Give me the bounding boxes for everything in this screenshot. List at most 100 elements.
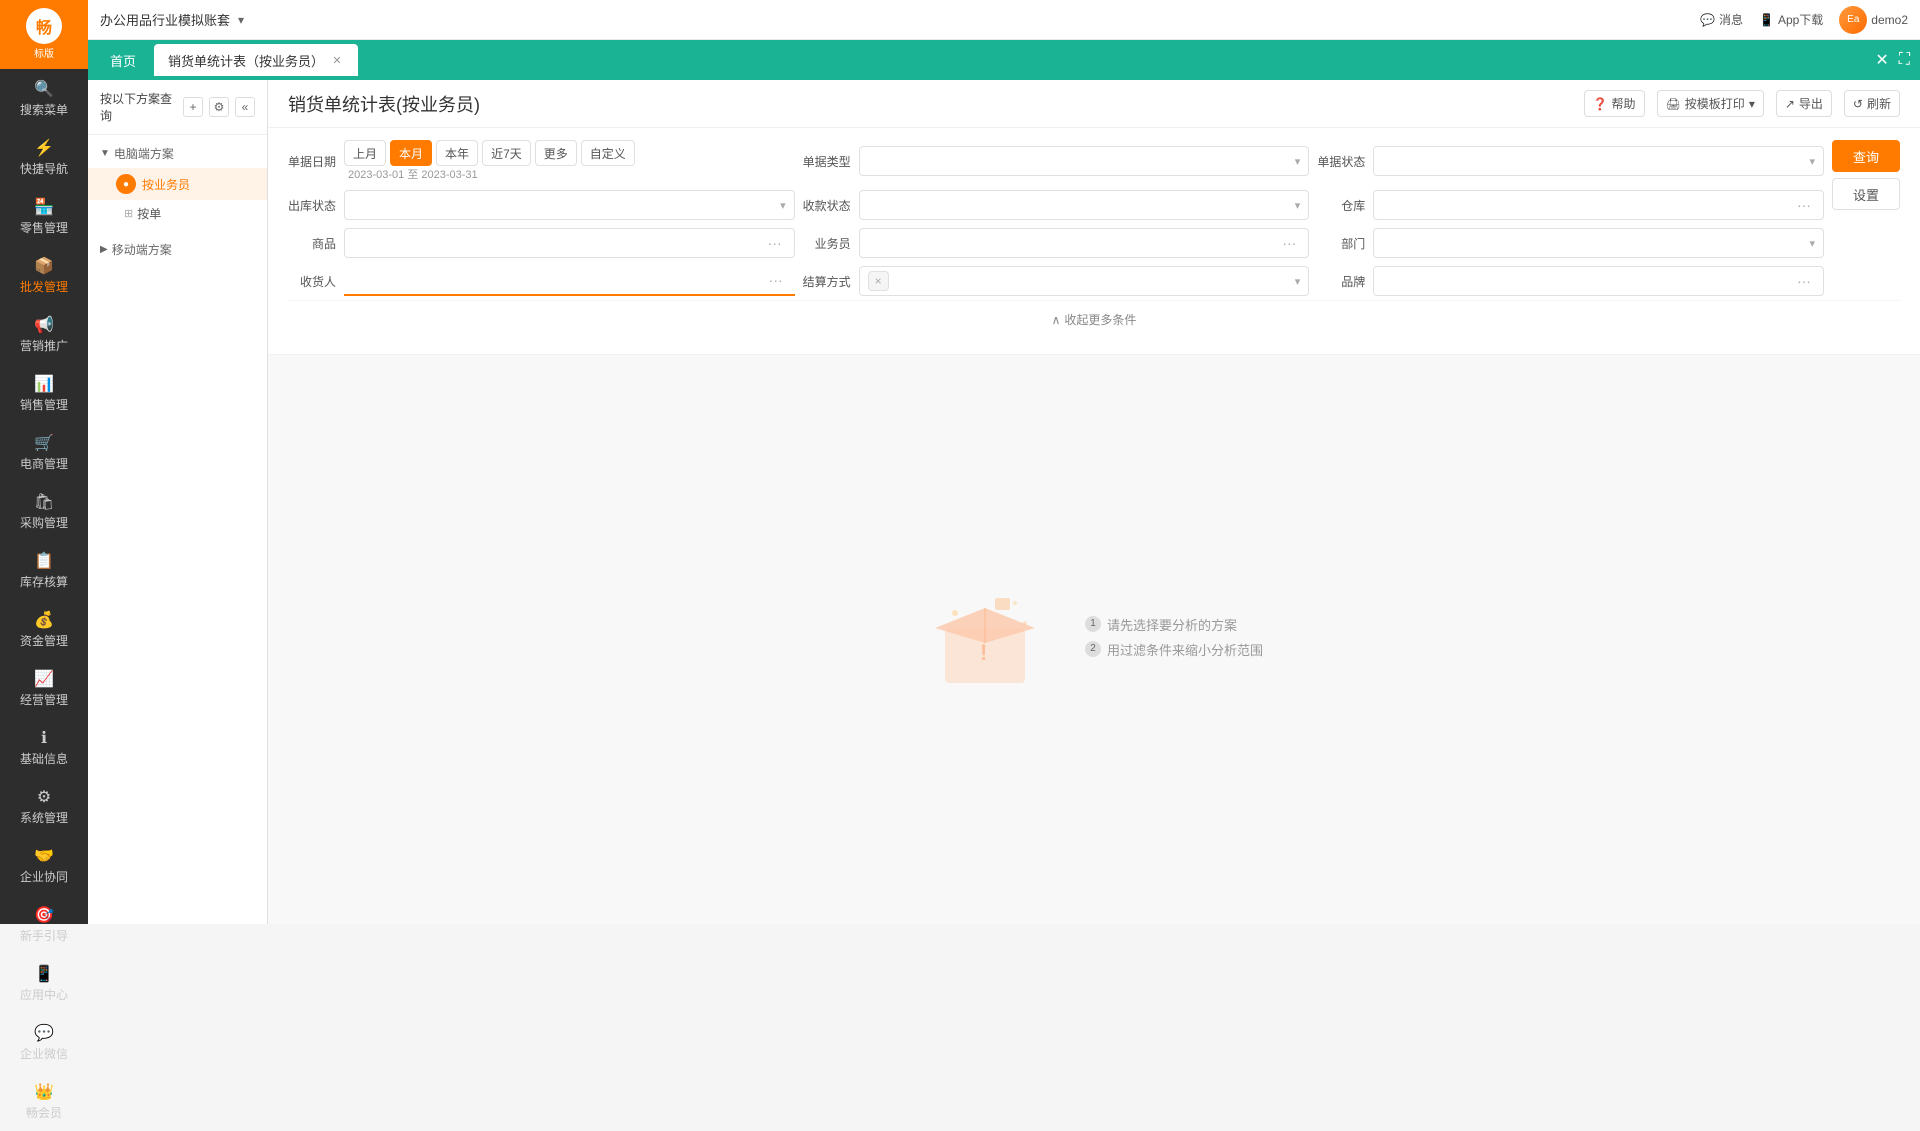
menu-icon-system: ⚙: [4, 787, 84, 807]
filter-cell-doc-status: 单据状态 ▾: [1317, 146, 1824, 176]
out-status-select[interactable]: ▾: [344, 190, 795, 220]
menu-icon-enterprise: 🤝: [4, 846, 84, 866]
menu-label-shortcut: 快捷导航: [20, 162, 68, 176]
warehouse-input[interactable]: ···: [1373, 190, 1824, 220]
collapse-button[interactable]: ∧ 收起更多条件: [288, 305, 1900, 334]
menu-icon-purchase: 🛍: [4, 492, 84, 512]
scheme-item-label: 按业务员: [142, 176, 190, 193]
scheme-group-mobile-title: 移动端方案: [112, 241, 172, 258]
date-btn-this-month[interactable]: 本月: [390, 140, 432, 166]
query-button[interactable]: 查询: [1832, 140, 1900, 172]
receiver-input[interactable]: ···: [344, 266, 795, 296]
date-btn-more[interactable]: 更多: [535, 140, 577, 166]
product-input[interactable]: ···: [344, 228, 795, 258]
sidebar-item-enterprise[interactable]: 🤝企业协同: [0, 836, 88, 895]
chevron-right-icon: ▶: [100, 244, 108, 255]
user-name: demo2: [1871, 13, 1908, 27]
sidebar-item-operations[interactable]: 📈经营管理: [0, 659, 88, 718]
doc-status-select[interactable]: ▾: [1373, 146, 1824, 176]
scheme-group-mobile-label[interactable]: ▶ 移动端方案: [88, 235, 267, 264]
date-btn-custom[interactable]: 自定义: [581, 140, 635, 166]
sidebar-item-apps[interactable]: 📱应用中心: [0, 954, 88, 1013]
settings-button[interactable]: 设置: [1832, 178, 1900, 210]
tab-home-label: 首页: [110, 51, 136, 70]
refresh-icon: ↺: [1853, 97, 1863, 111]
scheme-settings-button[interactable]: ⚙: [209, 97, 229, 117]
sidebar-item-member[interactable]: 👑畅会员: [0, 1072, 88, 1131]
tab-home[interactable]: 首页: [96, 44, 150, 76]
chevron-down-icon: ▾: [1809, 237, 1815, 250]
sidebar-item-finance[interactable]: 💰资金管理: [0, 600, 88, 659]
sidebar-item-search[interactable]: 🔍搜索菜单: [0, 69, 88, 128]
menu-icon-apps: 📱: [4, 964, 84, 984]
sidebar-item-marketing[interactable]: 📢营销推广: [0, 305, 88, 364]
refresh-button[interactable]: ↺ 刷新: [1844, 90, 1900, 117]
tab-close-window[interactable]: ✕: [1873, 48, 1890, 72]
export-button[interactable]: ↗ 导出: [1776, 90, 1832, 117]
topbar: 办公用品行业模拟账套 ▾ 💬 消息 📱 App下载 Ea demo2: [88, 0, 1920, 40]
receiver-dots-icon[interactable]: ···: [765, 272, 787, 288]
empty-state: ! 1 请先选择要分析的方案 2: [925, 588, 1263, 691]
salesperson-dots-icon[interactable]: ···: [1278, 235, 1300, 251]
sidebar-item-retail[interactable]: 🏪零售管理: [0, 187, 88, 246]
page-content: 按以下方案查询 + ⚙ « ▼ 电脑端方案 ● 按业务员 ⊞ 按: [88, 80, 1920, 924]
filter-cell-out-status: 出库状态 ▾: [288, 190, 795, 220]
tab-maximize[interactable]: ⛶: [1897, 49, 1912, 71]
date-btn-this-year[interactable]: 本年: [436, 140, 478, 166]
menu-icon-sales: 📊: [4, 374, 84, 394]
payment-status-select[interactable]: ▾: [859, 190, 1310, 220]
help-button[interactable]: ❓ 帮助: [1584, 90, 1645, 117]
date-btn-last-month[interactable]: 上月: [344, 140, 386, 166]
user-menu[interactable]: Ea demo2: [1839, 6, 1908, 34]
doc-type-select[interactable]: ▾: [859, 146, 1310, 176]
department-select[interactable]: ▾: [1373, 228, 1824, 258]
sidebar-logo[interactable]: 畅 标版: [0, 0, 88, 69]
scheme-item-by-order[interactable]: ⊞ 按单: [88, 200, 267, 227]
scheme-group-pc-label[interactable]: ▼ 电脑端方案: [88, 139, 267, 168]
chevron-down-icon: ▾: [1809, 155, 1815, 168]
sidebar-item-wholesale[interactable]: 📦批发管理: [0, 246, 88, 305]
menu-label-member: 畅会员: [26, 1106, 62, 1120]
sidebar-item-inventory[interactable]: 📋库存核算: [0, 541, 88, 600]
topbar-dropdown-icon[interactable]: ▾: [238, 13, 244, 27]
message-button[interactable]: 💬 消息: [1700, 11, 1743, 28]
app-download-button[interactable]: 📱 App下载: [1759, 11, 1823, 28]
chevron-down-icon: ▼: [100, 148, 110, 159]
logo-icon: 畅: [26, 8, 62, 44]
menu-label-sales: 销售管理: [20, 398, 68, 412]
filter-cell-payment-method: 结算方式 × ▾: [803, 266, 1310, 296]
tab-close-button[interactable]: ✕: [330, 53, 344, 67]
sidebar-item-wechat[interactable]: 💬企业微信: [0, 1013, 88, 1072]
scheme-group-pc: ▼ 电脑端方案 ● 按业务员 ⊞ 按单: [88, 135, 267, 231]
download-icon: 📱: [1759, 13, 1774, 27]
filter-cell-payment-status: 收款状态 ▾: [803, 190, 1310, 220]
menu-icon-operations: 📈: [4, 669, 84, 689]
tag-close-icon[interactable]: ×: [875, 274, 882, 288]
sidebar-item-purchase[interactable]: 🛍采购管理: [0, 482, 88, 541]
sidebar-item-shortcut[interactable]: ⚡快捷导航: [0, 128, 88, 187]
print-button[interactable]: 🖨 按模板打印 ▾: [1657, 90, 1764, 117]
sidebar-item-sales[interactable]: 📊 销售管理: [0, 364, 88, 423]
payment-method-select[interactable]: × ▾: [859, 266, 1310, 296]
brand-dots-icon[interactable]: ···: [1793, 273, 1815, 289]
tab-sales-report[interactable]: 销货单统计表（按业务员） ✕: [154, 44, 358, 76]
sidebar-item-ecommerce[interactable]: 🛒电商管理: [0, 423, 88, 482]
menu-label-wechat: 企业微信: [20, 1047, 68, 1061]
sidebar-item-system[interactable]: ⚙ 系统管理: [0, 777, 88, 836]
salesperson-input[interactable]: ···: [859, 228, 1310, 258]
export-label: 导出: [1799, 95, 1823, 112]
active-scheme-indicator: ●: [116, 174, 136, 194]
product-dots-icon[interactable]: ···: [764, 235, 786, 251]
scheme-item-by-salesperson[interactable]: ● 按业务员: [88, 168, 267, 200]
scheme-collapse-button[interactable]: «: [235, 97, 255, 117]
date-btn-7days[interactable]: 近7天: [482, 140, 531, 166]
warehouse-dots-icon[interactable]: ···: [1793, 197, 1815, 213]
menu-label-system: 系统管理: [20, 811, 68, 825]
empty-hints: 1 请先选择要分析的方案 2 用过滤条件来缩小分析范围: [1085, 615, 1263, 665]
scheme-add-button[interactable]: +: [183, 97, 203, 117]
svg-text:!: !: [980, 640, 987, 665]
sidebar-item-basic[interactable]: ℹ基础信息: [0, 718, 88, 777]
filter-cell-warehouse: 仓库 ···: [1317, 190, 1824, 220]
brand-input[interactable]: ···: [1373, 266, 1824, 296]
sidebar-item-newbie[interactable]: 🎯新手引导: [0, 895, 88, 954]
